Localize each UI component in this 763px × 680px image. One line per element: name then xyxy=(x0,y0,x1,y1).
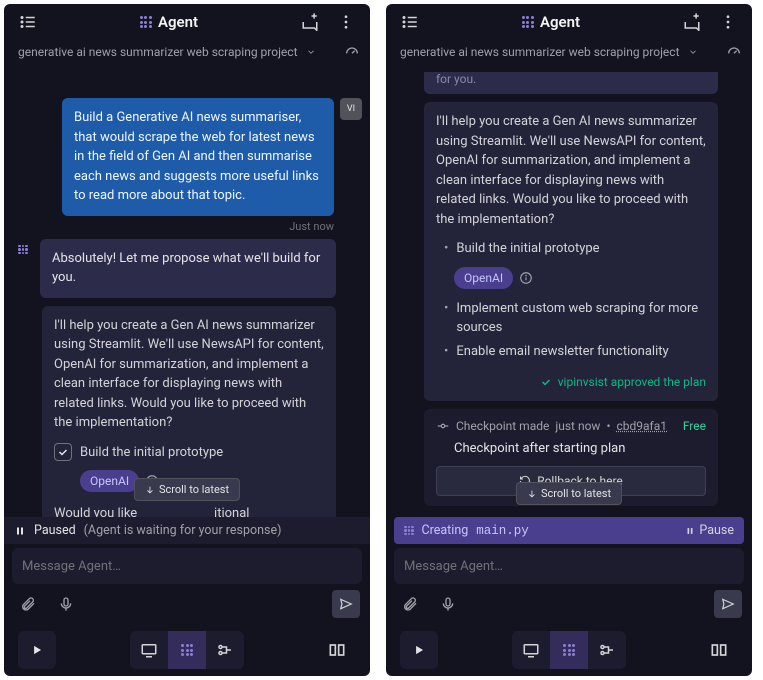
preview-tab[interactable] xyxy=(130,631,168,669)
bullet-list-2: Implement custom web scraping for more s… xyxy=(436,299,706,362)
chat-area: Build a Generative AI news summariser, t… xyxy=(4,68,370,517)
bullet-item: Enable email newsletter functionality xyxy=(436,342,706,362)
topbar: Agent xyxy=(386,4,752,40)
checkpoint-hash[interactable]: cbd9afa1 xyxy=(617,419,668,433)
speed-icon[interactable] xyxy=(726,44,742,60)
agent-tab[interactable] xyxy=(168,631,206,669)
nav-group xyxy=(130,631,244,669)
nav-group xyxy=(512,631,626,669)
bottom-nav xyxy=(4,624,370,676)
project-header[interactable]: generative ai news summarizer web scrapi… xyxy=(386,40,752,68)
agent-plan-row: I'll help you create a Gen AI news summa… xyxy=(394,102,744,401)
chat-area: for you. I'll help you create a Gen AI n… xyxy=(386,68,752,513)
user-bubble: Build a Generative AI news summariser, t… xyxy=(62,98,334,216)
message-input[interactable]: Message Agent… xyxy=(12,548,362,584)
checkpoint-head: Checkpoint made just now • cbd9afa1 Free xyxy=(436,419,706,433)
send-button[interactable] xyxy=(714,590,742,618)
openai-tag[interactable]: OpenAI xyxy=(454,267,513,289)
menu-icon[interactable] xyxy=(14,8,42,36)
creating-label: Creating xyxy=(422,523,469,538)
bullet-list: Build the initial prototype xyxy=(436,239,706,259)
kebab-icon[interactable] xyxy=(332,8,360,36)
checkpoint-desc: Checkpoint after starting plan xyxy=(454,441,706,456)
scroll-latest-button[interactable]: Scroll to latest xyxy=(516,482,622,505)
attach-icon[interactable] xyxy=(396,590,424,618)
agent-message-row: Absolutely! Let me propose what we'll bu… xyxy=(12,239,362,298)
task-item[interactable]: Build the initial prototype xyxy=(54,443,324,463)
status-bar: Creating main.py Pause xyxy=(394,517,744,544)
openai-tag[interactable]: OpenAI xyxy=(80,470,139,492)
speed-icon[interactable] xyxy=(344,44,360,60)
message-input[interactable]: Message Agent… xyxy=(394,548,744,584)
input-area: Message Agent… xyxy=(386,544,752,624)
preview-tab[interactable] xyxy=(512,631,550,669)
timestamp: Just now xyxy=(12,220,362,233)
pause-icon xyxy=(14,525,26,537)
plan-approved: vipinvsist approved the plan xyxy=(436,373,706,391)
commit-icon xyxy=(436,419,450,433)
info-icon[interactable] xyxy=(519,271,533,285)
bottom-nav xyxy=(386,624,752,676)
kebab-icon[interactable] xyxy=(714,8,742,36)
truncated-bubble: for you. xyxy=(424,72,718,94)
bullet-item: Implement custom web scraping for more s… xyxy=(436,299,706,338)
checkbox-icon xyxy=(54,443,72,461)
menu-icon[interactable] xyxy=(396,8,424,36)
panels-icon[interactable] xyxy=(318,631,356,669)
project-title: generative ai news summarizer web scrapi… xyxy=(18,45,298,59)
user-avatar: VI xyxy=(340,98,362,120)
app-title: Agent xyxy=(522,13,580,31)
status-bar: Paused (Agent is waiting for your respon… xyxy=(4,517,370,544)
chevron-down-icon xyxy=(688,47,698,57)
scroll-latest-button[interactable]: Scroll to latest xyxy=(134,478,240,501)
pause-button[interactable]: Pause xyxy=(685,523,734,538)
partial-text: Would you like ____________ itional feat… xyxy=(54,504,324,517)
status-label: Paused xyxy=(34,523,76,538)
status-sub: (Agent is waiting for your response) xyxy=(84,523,282,538)
phone-left: Agent generative ai news summarizer web … xyxy=(4,4,370,676)
checkpoint-free: Free xyxy=(683,419,706,433)
input-area: Message Agent… xyxy=(4,544,370,624)
project-header[interactable]: generative ai news summarizer web scrapi… xyxy=(4,40,370,68)
phone-right: Agent generative ai news summarizer web … xyxy=(386,4,752,676)
agent-tab[interactable] xyxy=(550,631,588,669)
workflow-tab[interactable] xyxy=(588,631,626,669)
mic-icon[interactable] xyxy=(52,590,80,618)
app-title: Agent xyxy=(140,13,198,31)
chevron-down-icon xyxy=(306,47,316,57)
send-button[interactable] xyxy=(332,590,360,618)
logo-icon xyxy=(140,16,152,28)
topbar: Agent xyxy=(4,4,370,40)
mic-icon[interactable] xyxy=(434,590,462,618)
new-chat-icon[interactable] xyxy=(678,8,706,36)
creating-file: main.py xyxy=(476,524,529,538)
bullet-item: Build the initial prototype xyxy=(436,239,706,259)
project-title: generative ai news summarizer web scrapi… xyxy=(400,45,680,59)
workflow-tab[interactable] xyxy=(206,631,244,669)
play-button[interactable] xyxy=(18,631,56,669)
agent-avatar xyxy=(12,239,34,261)
agent-plan-bubble: I'll help you create a Gen AI news summa… xyxy=(424,102,718,401)
logo-icon xyxy=(522,16,534,28)
user-message-row: Build a Generative AI news summariser, t… xyxy=(12,98,362,216)
panels-icon[interactable] xyxy=(700,631,738,669)
agent-bubble: Absolutely! Let me propose what we'll bu… xyxy=(40,239,336,298)
new-chat-icon[interactable] xyxy=(296,8,324,36)
agent-icon xyxy=(404,526,414,536)
attach-icon[interactable] xyxy=(14,590,42,618)
play-button[interactable] xyxy=(400,631,438,669)
tag-row: OpenAI xyxy=(436,267,706,289)
